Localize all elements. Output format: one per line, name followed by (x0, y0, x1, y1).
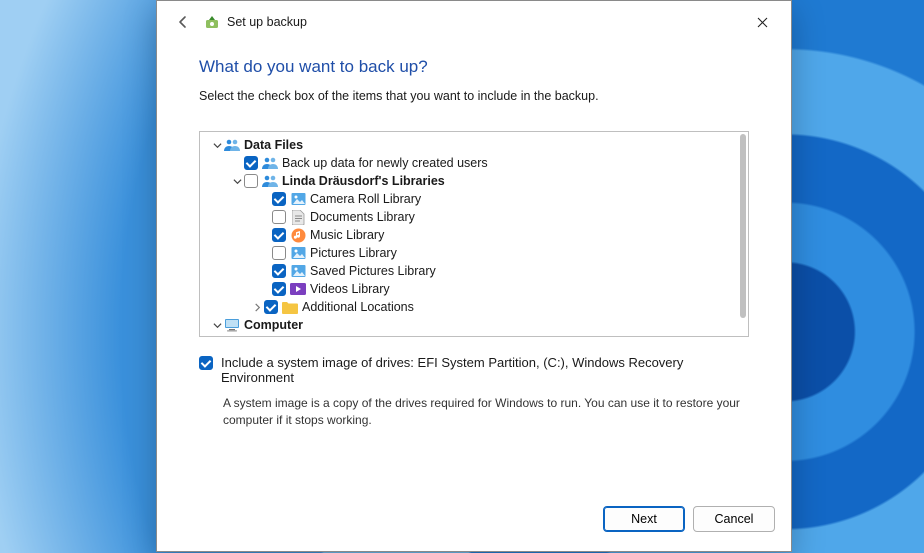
next-button[interactable]: Next (603, 506, 685, 532)
checkbox-videos[interactable] (272, 282, 286, 296)
back-button[interactable] (171, 10, 195, 34)
cancel-button[interactable]: Cancel (693, 506, 775, 532)
checkbox-camera-roll[interactable] (272, 192, 286, 206)
scrollbar-thumb[interactable] (740, 134, 746, 318)
tree-node-pictures[interactable]: Pictures Library (204, 244, 726, 262)
dialog-footer: Next Cancel (157, 495, 791, 551)
tree-node-videos[interactable]: Videos Library (204, 280, 726, 298)
folder-icon (282, 299, 298, 315)
checkbox-saved-pictures[interactable] (272, 264, 286, 278)
picture-icon (290, 191, 306, 207)
tree-label: Music Library (310, 229, 384, 242)
close-button[interactable] (739, 7, 785, 37)
tree-node-user-libraries[interactable]: Linda Dräusdorf's Libraries (204, 172, 726, 190)
users-icon (224, 137, 240, 153)
tree-scrollbar[interactable] (730, 134, 746, 334)
tree-node-new-users[interactable]: Back up data for newly created users (204, 154, 726, 172)
chevron-down-icon[interactable] (210, 141, 224, 150)
page-subtext: Select the check box of the items that y… (199, 89, 749, 103)
tree-node-music[interactable]: Music Library (204, 226, 726, 244)
window-title: Set up backup (227, 15, 307, 29)
tree-node-data-files[interactable]: Data Files (204, 136, 726, 154)
document-icon (290, 209, 306, 225)
picture-icon (290, 263, 306, 279)
titlebar: Set up backup (157, 1, 791, 43)
checkbox-pictures[interactable] (272, 246, 286, 260)
checkbox-documents[interactable] (272, 210, 286, 224)
tree-label: Additional Locations (302, 301, 414, 314)
chevron-right-icon[interactable] (250, 303, 264, 312)
tree-label: Back up data for newly created users (282, 157, 488, 170)
tree-label: Camera Roll Library (310, 193, 421, 206)
music-icon (290, 227, 306, 243)
users-icon (262, 155, 278, 171)
tree-node-saved-pictures[interactable]: Saved Pictures Library (204, 262, 726, 280)
checkbox-user-libraries[interactable] (244, 174, 258, 188)
backup-items-tree: Data Files Back up data for newly create… (199, 131, 749, 337)
checkbox-additional-locations[interactable] (264, 300, 278, 314)
tree-label: Documents Library (310, 211, 415, 224)
tree-node-computer[interactable]: Computer (204, 316, 726, 334)
chevron-down-icon[interactable] (230, 177, 244, 186)
tree-label: Videos Library (310, 283, 390, 296)
system-image-label: Include a system image of drives: EFI Sy… (221, 355, 749, 385)
tree-label: Data Files (244, 139, 303, 152)
computer-icon (224, 317, 240, 333)
checkbox-music[interactable] (272, 228, 286, 242)
tree-label: Computer (244, 319, 303, 332)
backup-app-icon (203, 13, 221, 31)
tree-label: Saved Pictures Library (310, 265, 436, 278)
system-image-note: A system image is a copy of the drives r… (223, 395, 749, 430)
tree-node-additional-locations[interactable]: Additional Locations (204, 298, 726, 316)
users-icon (262, 173, 278, 189)
tree-node-documents[interactable]: Documents Library (204, 208, 726, 226)
tree-node-camera-roll[interactable]: Camera Roll Library (204, 190, 726, 208)
checkbox-new-users[interactable] (244, 156, 258, 170)
video-icon (290, 281, 306, 297)
system-image-option[interactable]: Include a system image of drives: EFI Sy… (199, 355, 749, 385)
desktop-background: Set up backup What do you want to back u… (0, 0, 924, 553)
chevron-down-icon[interactable] (210, 321, 224, 330)
tree-label: Pictures Library (310, 247, 397, 260)
checkbox-system-image[interactable] (199, 356, 213, 370)
backup-wizard-dialog: Set up backup What do you want to back u… (156, 0, 792, 552)
picture-icon (290, 245, 306, 261)
tree-label: Linda Dräusdorf's Libraries (282, 175, 445, 188)
page-heading: What do you want to back up? (199, 57, 749, 77)
